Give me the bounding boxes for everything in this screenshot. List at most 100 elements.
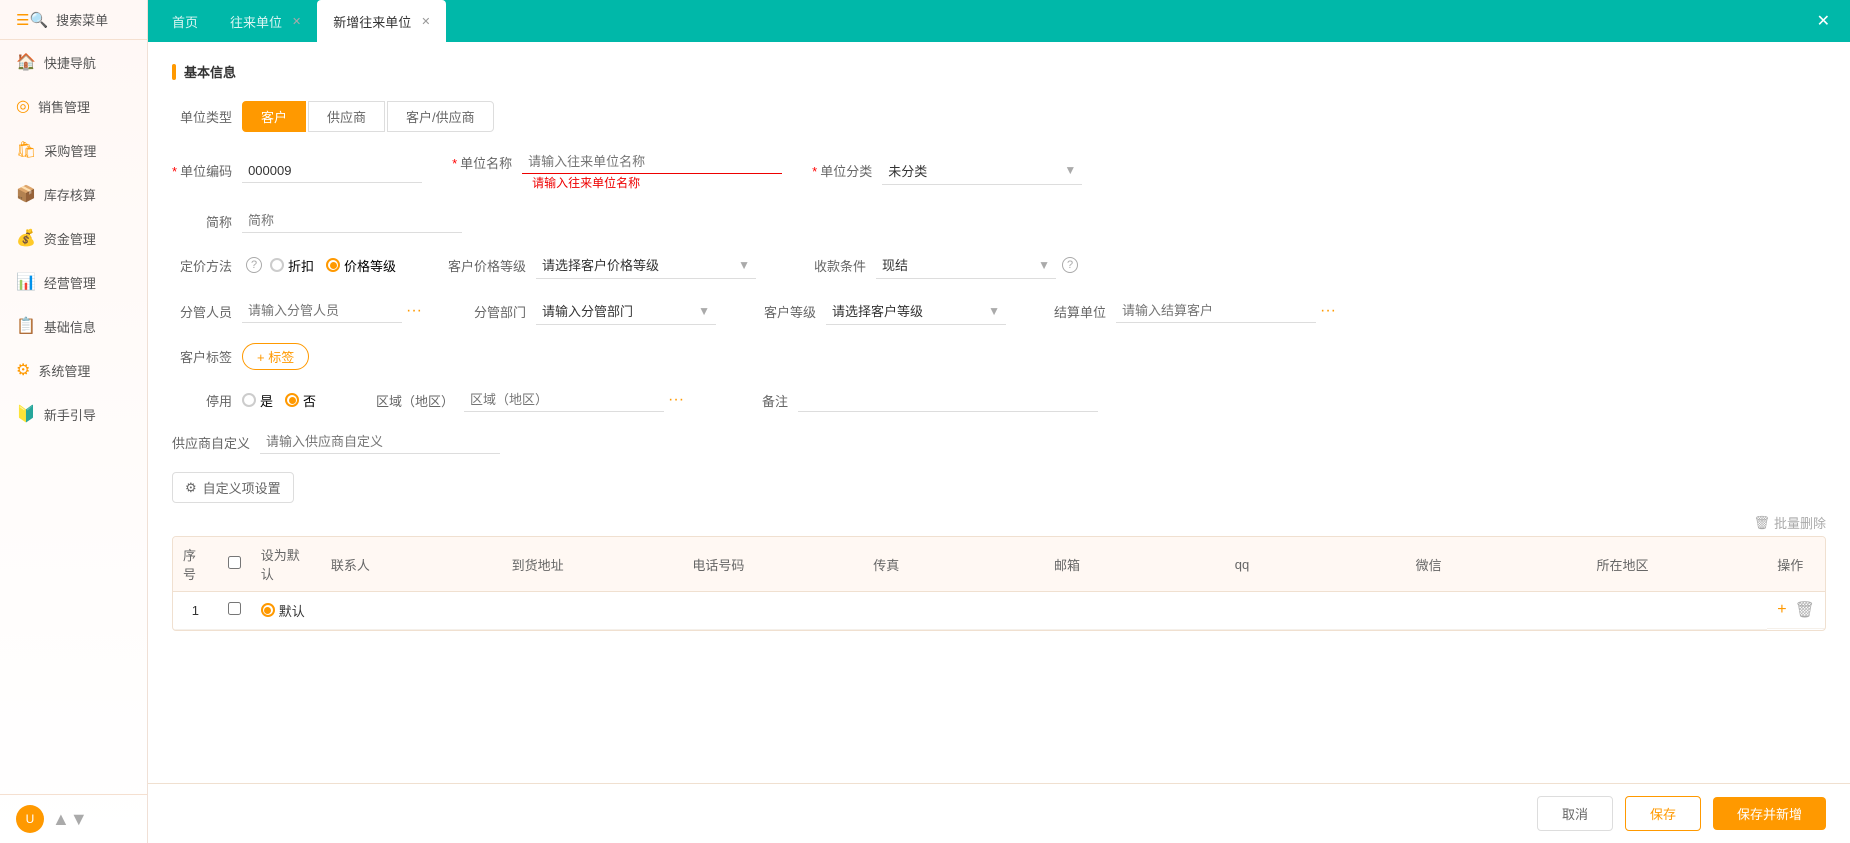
radio-price-level-label: 价格等级 xyxy=(344,256,396,275)
unit-category-select[interactable]: 未分类 ▼ xyxy=(882,157,1082,185)
purchase-icon: 🛍 xyxy=(16,140,36,160)
wechat-input[interactable] xyxy=(1416,603,1577,618)
pricing-radio-group: 折扣 价格等级 xyxy=(270,256,396,275)
batch-delete-icon: 🗑 xyxy=(1753,515,1770,531)
settlement-unit-input[interactable] xyxy=(1116,299,1316,323)
supplier-custom-input[interactable] xyxy=(260,430,500,454)
radio-disabled-yes[interactable]: 是 xyxy=(242,391,273,410)
address-input[interactable] xyxy=(512,603,673,618)
disabled-radio-group: 是 否 xyxy=(242,391,316,410)
pricing-method-help-icon[interactable]: ? xyxy=(246,257,262,273)
supplier-custom-row: 供应商自定义 xyxy=(172,430,1826,454)
sidebar-item-sales[interactable]: ◎ 销售管理 xyxy=(0,84,147,128)
sidebar-item-finance[interactable]: 💰 资金管理 xyxy=(0,216,147,260)
col-email: 邮箱 xyxy=(1044,537,1225,592)
contact-input[interactable] xyxy=(331,603,492,618)
sidebar-item-operations[interactable]: 📊 经营管理 xyxy=(0,260,147,304)
pricing-method-col: 定价方法 ? 折扣 价格等级 xyxy=(172,256,396,275)
manager-input[interactable] xyxy=(242,299,402,323)
delete-row-btn[interactable]: 🗑 xyxy=(1795,600,1815,620)
type-btn-both[interactable]: 客户/供应商 xyxy=(387,101,494,132)
qq-input[interactable] xyxy=(1235,603,1396,618)
add-tag-label: + 标签 xyxy=(257,347,294,366)
manager-label: 分管人员 xyxy=(172,302,242,321)
type-btn-customer[interactable]: 客户 xyxy=(242,101,306,132)
customer-price-select[interactable]: 请选择客户价格等级 ▼ xyxy=(536,251,756,279)
add-tag-button[interactable]: + 标签 xyxy=(242,343,309,370)
manager-dots-btn[interactable]: ··· xyxy=(402,302,426,320)
row-default-radio[interactable]: 默认 xyxy=(261,601,311,620)
cell-seq: 1 xyxy=(173,592,218,630)
disabled-row: 停用 是 否 区域（地区） ··· xyxy=(172,388,1826,412)
region-input[interactable] xyxy=(464,388,664,412)
radio-discount[interactable]: 折扣 xyxy=(270,256,314,275)
department-select[interactable]: 请输入分管部门 ▼ xyxy=(536,297,716,325)
close-all-tabs[interactable]: ✕ xyxy=(1805,11,1842,31)
cell-checkbox xyxy=(218,592,251,630)
unit-name-label: *单位名称 xyxy=(452,153,522,172)
tab-home-label: 首页 xyxy=(172,12,198,31)
add-row-btn[interactable]: + xyxy=(1777,601,1786,619)
sidebar-item-inventory[interactable]: 📦 库存核算 xyxy=(0,172,147,216)
payment-terms-help-icon[interactable]: ? xyxy=(1062,257,1078,273)
payment-terms-select[interactable]: 现结 ▼ xyxy=(876,251,1056,279)
finance-icon: 💰 xyxy=(16,228,36,248)
settlement-unit-col: 结算单位 ··· xyxy=(1046,299,1340,323)
sidebar-item-guide[interactable]: 🔰 新手引导 xyxy=(0,392,147,436)
type-btn-supplier[interactable]: 供应商 xyxy=(308,101,385,132)
pricing-method-label: 定价方法 xyxy=(172,256,242,275)
fax-input[interactable] xyxy=(873,603,1034,618)
abbreviation-input[interactable] xyxy=(242,209,462,233)
remarks-col: 备注 xyxy=(728,388,1098,412)
sidebar-item-label: 经营管理 xyxy=(44,273,96,292)
close-new-partner-tab[interactable]: ✕ xyxy=(421,15,430,28)
row-checkbox[interactable] xyxy=(228,602,241,615)
tab-home[interactable]: 首页 xyxy=(156,0,214,42)
customer-level-label: 客户等级 xyxy=(756,302,826,321)
chevron-down-icon: ▼ xyxy=(738,258,750,272)
row-default-radio-circle xyxy=(261,603,275,617)
main-area: 首页 往来单位 ✕ 新增往来单位 ✕ ✕ 基本信息 单位类型 客户 供应商 客户… xyxy=(148,0,1850,843)
settlement-unit-dots-btn[interactable]: ··· xyxy=(1316,302,1340,320)
customer-level-select[interactable]: 请选择客户等级 ▼ xyxy=(826,297,1006,325)
region-dots-btn[interactable]: ··· xyxy=(664,391,688,409)
tab-new-partner[interactable]: 新增往来单位 ✕ xyxy=(317,0,446,42)
sidebar-item-purchase[interactable]: 🛍 采购管理 xyxy=(0,128,147,172)
sidebar-item-quick-nav[interactable]: 🏠 快捷导航 xyxy=(0,40,147,84)
save-new-button[interactable]: 保存并新增 xyxy=(1713,797,1826,830)
col-contact: 联系人 xyxy=(321,537,502,592)
select-all-checkbox[interactable] xyxy=(228,556,241,569)
sidebar-item-label: 资金管理 xyxy=(44,229,96,248)
region-label: 区域（地区） xyxy=(376,391,464,410)
radio-disabled-yes-circle xyxy=(242,393,256,407)
email-input[interactable] xyxy=(1054,603,1215,618)
operations-icon: 📊 xyxy=(16,272,36,292)
cell-address xyxy=(502,592,683,630)
unit-name-input[interactable] xyxy=(522,150,782,174)
custom-settings-label: 自定义项设置 xyxy=(203,478,281,497)
tab-partners[interactable]: 往来单位 ✕ xyxy=(214,0,317,42)
custom-settings-button[interactable]: ⚙ 自定义项设置 xyxy=(172,472,294,503)
area-input[interactable] xyxy=(1596,603,1757,618)
radio-disabled-no[interactable]: 否 xyxy=(285,391,316,410)
sidebar-bottom: U ▲▼ xyxy=(0,794,147,843)
radio-price-level[interactable]: 价格等级 xyxy=(326,256,396,275)
avatar: U xyxy=(16,805,44,833)
phone-input[interactable] xyxy=(692,603,853,618)
customer-price-col: 客户价格等级 请选择客户价格等级 ▼ xyxy=(446,251,756,279)
cancel-button[interactable]: 取消 xyxy=(1537,796,1613,831)
unit-code-input[interactable] xyxy=(242,159,422,183)
cell-contact xyxy=(321,592,502,630)
close-partners-tab[interactable]: ✕ xyxy=(292,15,301,28)
sidebar-item-system[interactable]: ⚙ 系统管理 xyxy=(0,348,147,392)
sidebar-item-basics[interactable]: 📋 基础信息 xyxy=(0,304,147,348)
remarks-input[interactable] xyxy=(798,388,1098,412)
table-row: 1 默认 xyxy=(173,592,1825,630)
type-buttons: 客户 供应商 客户/供应商 xyxy=(242,101,494,132)
batch-delete[interactable]: 🗑 批量删除 xyxy=(172,513,1826,532)
department-placeholder: 请输入分管部门 xyxy=(542,301,633,320)
guide-icon: 🔰 xyxy=(16,404,36,424)
save-button[interactable]: 保存 xyxy=(1625,796,1701,831)
unit-info-row: *单位编码 *单位名称 请输入往来单位名称 *单位分类 xyxy=(172,150,1826,191)
search-menu-item[interactable]: ☰🔍 搜索菜单 xyxy=(0,0,147,40)
